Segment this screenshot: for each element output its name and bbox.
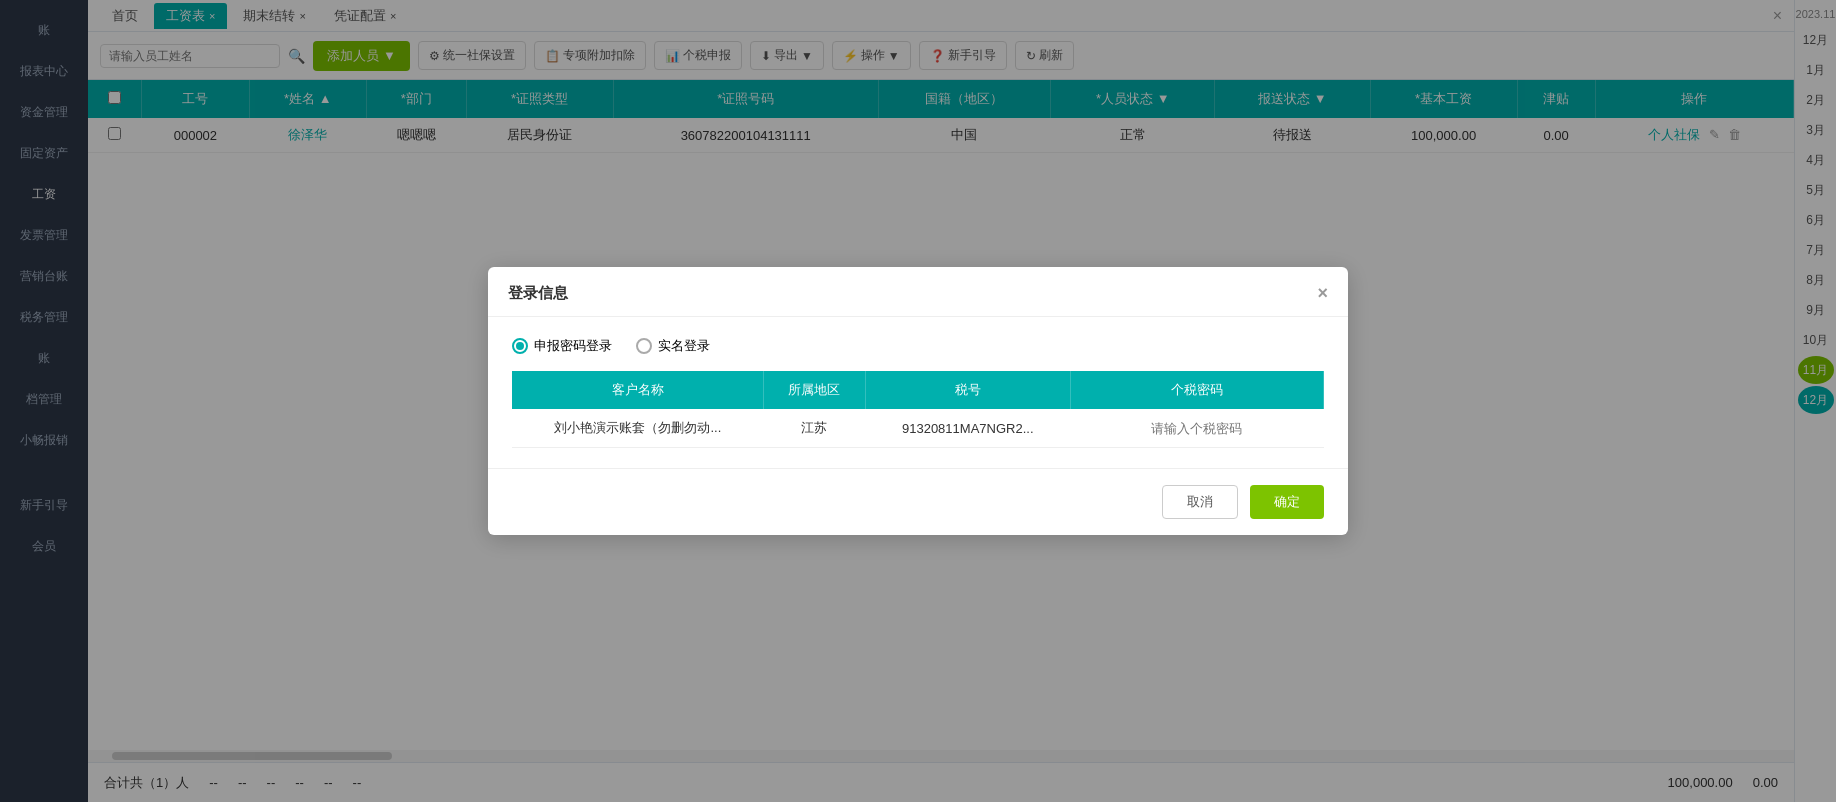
dialog-close-button[interactable]: × <box>1317 283 1328 304</box>
dialog-footer: 取消 确定 <box>488 468 1348 535</box>
dialog-row-taxid: 91320811MA7NGR2... <box>865 409 1070 448</box>
dialog-title: 登录信息 <box>508 284 568 303</box>
dialog-body: 申报密码登录 实名登录 客户名称 所属地区 税号 个税密码 <box>488 317 1348 468</box>
radio-password-btn[interactable] <box>512 338 528 354</box>
tax-password-input[interactable] <box>1082 421 1311 436</box>
radio-realname-login[interactable]: 实名登录 <box>636 337 710 355</box>
confirm-button[interactable]: 确定 <box>1250 485 1324 519</box>
dialog-col-region: 所属地区 <box>764 371 866 409</box>
login-info-table: 客户名称 所属地区 税号 个税密码 刘小艳演示账套（勿删勿动... 江苏 913… <box>512 371 1324 448</box>
dialog-table-row: 刘小艳演示账套（勿删勿动... 江苏 91320811MA7NGR2... <box>512 409 1324 448</box>
dialog-col-password: 个税密码 <box>1070 371 1323 409</box>
radio-password-login[interactable]: 申报密码登录 <box>512 337 612 355</box>
dialog-overlay: 登录信息 × 申报密码登录 实名登录 客户名称 所属地区 <box>0 0 1836 802</box>
dialog-col-taxid: 税号 <box>865 371 1070 409</box>
dialog-row-customer: 刘小艳演示账套（勿删勿动... <box>512 409 764 448</box>
dialog-row-region: 江苏 <box>764 409 866 448</box>
dialog-row-password[interactable] <box>1070 409 1323 448</box>
login-info-dialog: 登录信息 × 申报密码登录 实名登录 客户名称 所属地区 <box>488 267 1348 535</box>
dialog-col-customer: 客户名称 <box>512 371 764 409</box>
login-type-radio-group: 申报密码登录 实名登录 <box>512 337 1324 355</box>
cancel-button[interactable]: 取消 <box>1162 485 1238 519</box>
dialog-header: 登录信息 × <box>488 267 1348 317</box>
radio-realname-btn[interactable] <box>636 338 652 354</box>
